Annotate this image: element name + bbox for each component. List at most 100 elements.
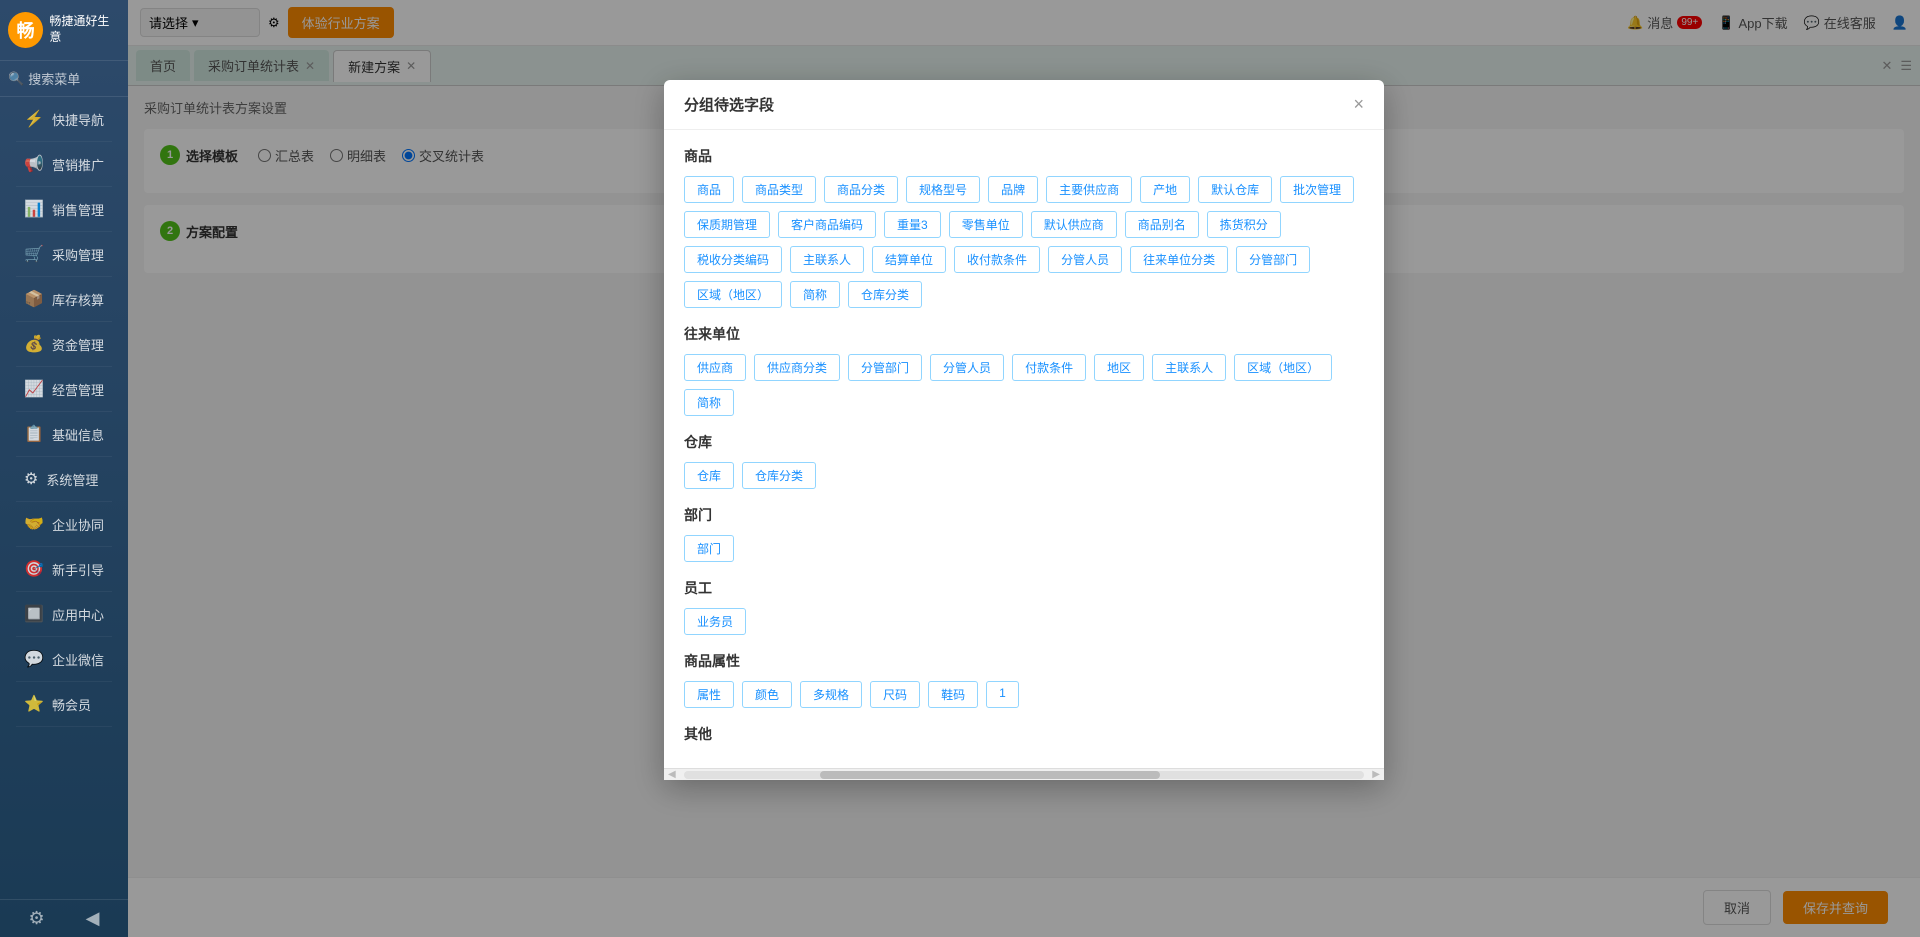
field-tag[interactable]: 鞋码 <box>928 681 978 708</box>
main-area: 请选择 ▾ ⚙ 体验行业方案 🔔 消息 99+ 📱 App下载 💬 在线客服 👤 <box>128 0 1920 937</box>
section-title-partner: 往来单位 <box>684 324 1364 344</box>
field-tag[interactable]: 简称 <box>790 281 840 308</box>
field-tag[interactable]: 部门 <box>684 535 734 562</box>
field-tag[interactable]: 供应商 <box>684 354 746 381</box>
section-warehouse: 仓库仓库仓库分类 <box>684 432 1364 489</box>
field-tag[interactable]: 拣货积分 <box>1207 211 1281 238</box>
field-tag[interactable]: 属性 <box>684 681 734 708</box>
field-tag[interactable]: 结算单位 <box>872 246 946 273</box>
sidebar-item-purchase[interactable]: 🛒采购管理 <box>16 232 112 277</box>
sidebar-label-finance: 资金管理 <box>52 335 104 354</box>
sidebar-item-sales[interactable]: 📊销售管理 <box>16 187 112 232</box>
sidebar-item-member[interactable]: ⭐畅会员 <box>16 682 112 727</box>
field-tag[interactable]: 仓库 <box>684 462 734 489</box>
scrollbar-track[interactable] <box>684 771 1365 779</box>
sidebar-label-base-info: 基础信息 <box>52 425 104 444</box>
field-tag[interactable]: 地区 <box>1094 354 1144 381</box>
sidebar-item-enterprise-wechat[interactable]: 💬 企业微信 <box>16 637 112 682</box>
sidebar-item-finance[interactable]: 💰资金管理 <box>16 322 112 367</box>
field-tag[interactable]: 多规格 <box>800 681 862 708</box>
sidebar-label-enterprise: 企业协同 <box>52 515 104 534</box>
sidebar-item-inventory[interactable]: 📦库存核算 <box>16 277 112 322</box>
sidebar-item-base-info[interactable]: 📋 基础信息 <box>16 412 112 457</box>
field-tag[interactable]: 商品类型 <box>742 176 816 203</box>
modal-body[interactable]: 商品商品商品类型商品分类规格型号品牌主要供应商产地默认仓库批次管理保质期管理客户… <box>664 130 1384 768</box>
field-tag[interactable]: 简称 <box>684 389 734 416</box>
field-tag[interactable]: 往来单位分类 <box>1130 246 1228 273</box>
field-tag[interactable]: 默认供应商 <box>1031 211 1117 238</box>
sidebar-label-app-center: 应用中心 <box>52 605 104 624</box>
field-tag[interactable]: 供应商分类 <box>754 354 840 381</box>
close-icon[interactable]: × <box>1353 94 1364 115</box>
field-tag[interactable]: 商品别名 <box>1125 211 1199 238</box>
field-tag[interactable]: 保质期管理 <box>684 211 770 238</box>
sidebar-item-marketing[interactable]: 📢 营销推广 <box>16 142 112 187</box>
field-tag[interactable]: 主联系人 <box>1152 354 1226 381</box>
sidebar-icon-base-info: 📋 <box>24 424 44 444</box>
modal-title: 分组待选字段 <box>684 94 774 115</box>
sidebar-icon-inventory: 📦 <box>24 289 44 309</box>
modal-overlay: 分组待选字段 × 商品商品商品类型商品分类规格型号品牌主要供应商产地默认仓库批次… <box>128 0 1920 937</box>
sidebar-label-quick-nav: 快捷导航 <box>52 110 104 129</box>
sidebar-icon-enterprise: 🤝 <box>24 514 44 534</box>
field-tag[interactable]: 规格型号 <box>906 176 980 203</box>
field-tag[interactable]: 1 <box>986 681 1019 708</box>
sidebar-item-operations[interactable]: 📈经营管理 <box>16 367 112 412</box>
field-tag[interactable]: 主要供应商 <box>1046 176 1132 203</box>
sidebar-search[interactable]: 🔍 搜索菜单 <box>0 61 128 97</box>
scrollbar-thumb[interactable] <box>820 771 1160 779</box>
field-tag[interactable]: 分管部门 <box>848 354 922 381</box>
sidebar-icon-marketing: 📢 <box>24 154 44 174</box>
logo-icon: 畅 <box>8 12 43 48</box>
section-partner: 往来单位供应商供应商分类分管部门分管人员付款条件地区主联系人区域（地区） 简称 <box>684 324 1364 416</box>
section-title-warehouse: 仓库 <box>684 432 1364 452</box>
field-tag[interactable]: 付款条件 <box>1012 354 1086 381</box>
field-tag[interactable]: 区域（地区） <box>684 281 782 308</box>
field-tag[interactable]: 分管人员 <box>930 354 1004 381</box>
field-grid-partner: 供应商供应商分类分管部门分管人员付款条件地区主联系人区域（地区） 简称 <box>684 354 1364 416</box>
field-tag[interactable]: 分管人员 <box>1048 246 1122 273</box>
sidebar-icon-purchase: 🛒 <box>24 244 44 264</box>
field-tag[interactable]: 仓库分类 <box>848 281 922 308</box>
sidebar-item-enterprise[interactable]: 🤝 企业协同 <box>16 502 112 547</box>
field-grid-goods: 商品商品类型商品分类规格型号品牌主要供应商产地默认仓库批次管理保质期管理客户商品… <box>684 176 1364 308</box>
field-grid-product-attr: 属性颜色多规格尺码鞋码 1 <box>684 681 1364 708</box>
field-tag[interactable]: 品牌 <box>988 176 1038 203</box>
section-department: 部门部门 <box>684 505 1364 562</box>
sidebar-label-marketing: 营销推广 <box>52 155 104 174</box>
sidebar-item-app-center[interactable]: 🔲应用中心 <box>16 592 112 637</box>
modal-header: 分组待选字段 × <box>664 80 1384 130</box>
field-tag[interactable]: 税收分类编码 <box>684 246 782 273</box>
field-tag[interactable]: 产地 <box>1140 176 1190 203</box>
field-tag[interactable]: 收付款条件 <box>954 246 1040 273</box>
section-title-goods: 商品 <box>684 146 1364 166</box>
audio-bottom-icon[interactable]: ◀ <box>86 908 100 929</box>
field-tag[interactable]: 商品 <box>684 176 734 203</box>
sidebar-label-system: 系统管理 <box>46 470 98 489</box>
field-tag[interactable]: 默认仓库 <box>1198 176 1272 203</box>
field-tag[interactable]: 仓库分类 <box>742 462 816 489</box>
sidebar-icon-enterprise-wechat: 💬 <box>24 649 44 669</box>
field-tag[interactable]: 主联系人 <box>790 246 864 273</box>
field-tag[interactable]: 区域（地区） <box>1234 354 1332 381</box>
field-tag[interactable]: 颜色 <box>742 681 792 708</box>
section-employee: 员工业务员 <box>684 578 1364 635</box>
field-tag[interactable]: 分管部门 <box>1236 246 1310 273</box>
field-tag[interactable]: 业务员 <box>684 608 746 635</box>
field-tag[interactable]: 客户商品编码 <box>778 211 876 238</box>
sidebar-item-quick-nav[interactable]: ⚡快捷导航 <box>16 97 112 142</box>
sidebar-item-new-guide[interactable]: 🎯新手引导 <box>16 547 112 592</box>
sidebar-icon-operations: 📈 <box>24 379 44 399</box>
field-tag[interactable]: 重量3 <box>884 211 941 238</box>
field-grid-department: 部门 <box>684 535 1364 562</box>
sidebar-item-system[interactable]: ⚙系统管理 <box>16 457 112 502</box>
section-product-attr: 商品属性属性颜色多规格尺码鞋码1 <box>684 651 1364 708</box>
field-tag[interactable]: 零售单位 <box>949 211 1023 238</box>
sidebar-label-enterprise-wechat: 企业微信 <box>52 650 104 669</box>
field-tag[interactable]: 尺码 <box>870 681 920 708</box>
settings-bottom-icon[interactable]: ⚙ <box>29 908 45 929</box>
field-tag[interactable]: 批次管理 <box>1280 176 1354 203</box>
modal-horizontal-scrollbar[interactable]: ◀ ▶ <box>664 768 1384 780</box>
field-tag[interactable]: 商品分类 <box>824 176 898 203</box>
field-selection-modal: 分组待选字段 × 商品商品商品类型商品分类规格型号品牌主要供应商产地默认仓库批次… <box>664 80 1384 780</box>
